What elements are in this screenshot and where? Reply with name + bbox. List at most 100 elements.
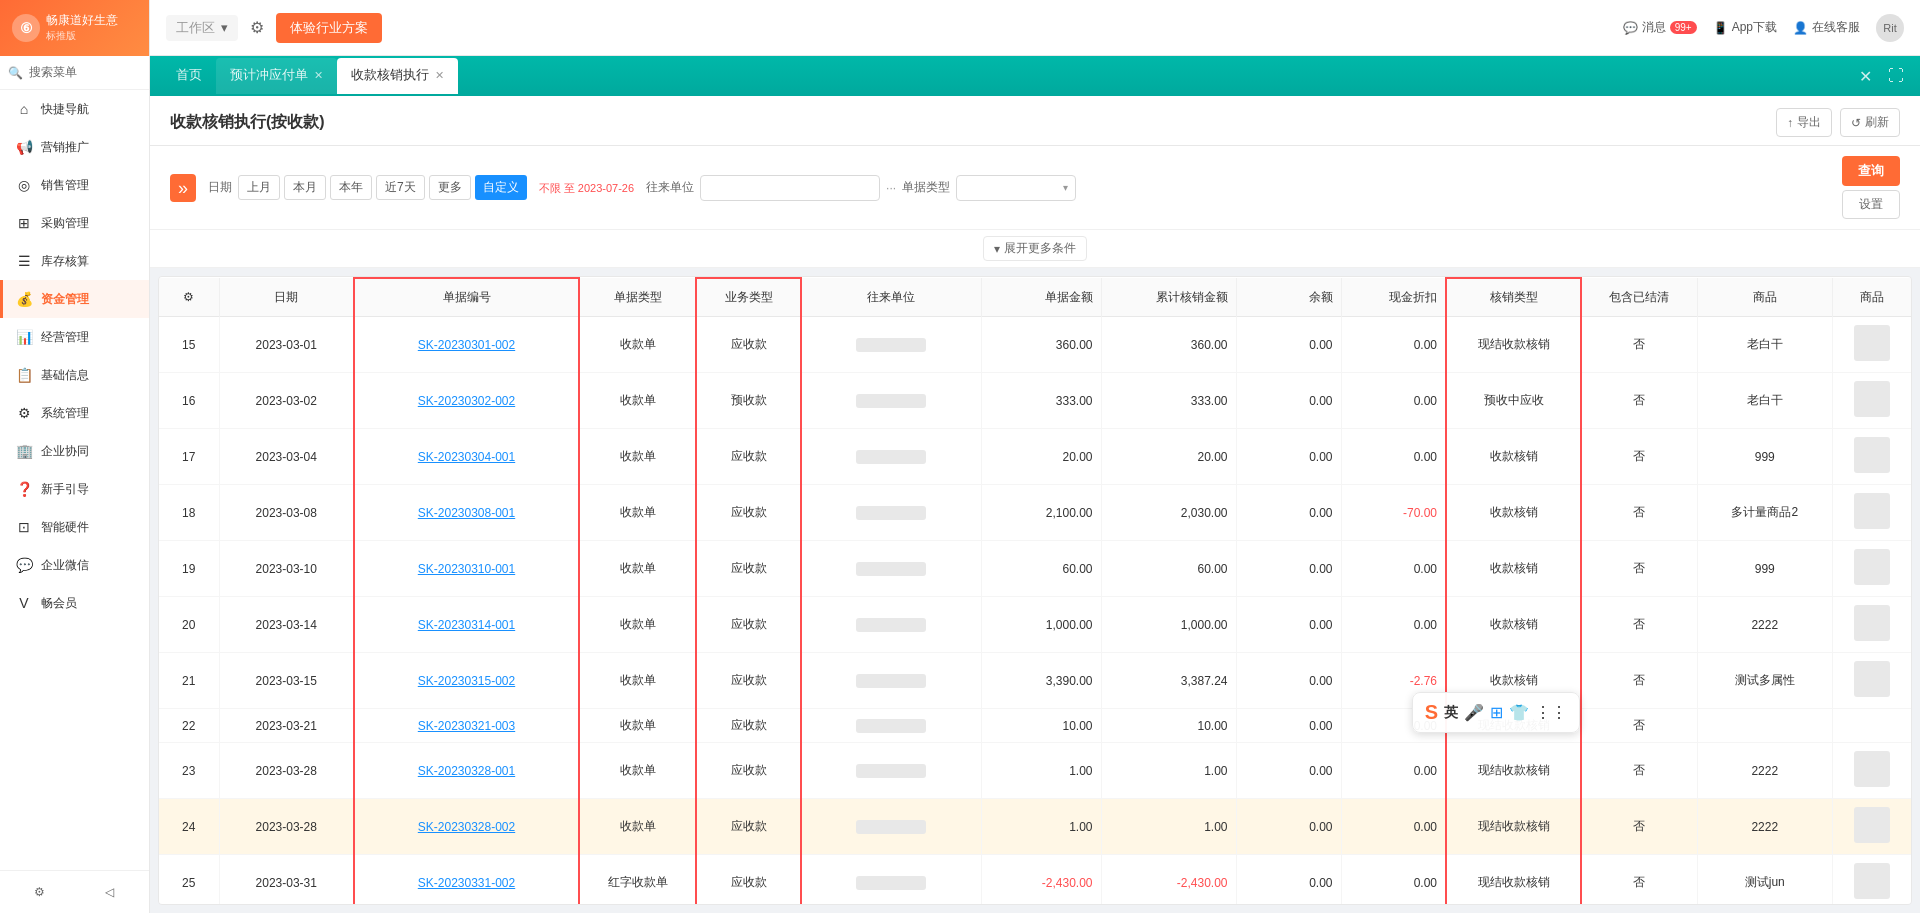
refresh-icon: ↺ <box>1851 116 1861 130</box>
table-row: 18 2023-03-08 SK-20230308-001 收款单 应收款 2,… <box>159 485 1911 541</box>
doctype-select[interactable] <box>956 175 1076 201</box>
sidebar-item-finance[interactable]: 💰 资金管理 <box>0 280 149 318</box>
filter-toggle-btn[interactable]: » <box>170 174 196 202</box>
cell-doctype: 收款单 <box>579 373 696 429</box>
cell-cashdiscount: 0.00 <box>1341 743 1446 799</box>
sidebar-item-guide[interactable]: ❓ 新手引导 <box>0 470 149 508</box>
operation-icon: 📊 <box>15 328 33 346</box>
cell-amount: 360.00 <box>981 317 1101 373</box>
app-download-btn[interactable]: 📱 App下载 <box>1713 19 1777 36</box>
sidebar-item-hardware[interactable]: ⊡ 智能硬件 <box>0 508 149 546</box>
cell-writeofftype: 收款核销 <box>1446 541 1581 597</box>
sidebar-item-wechat[interactable]: 💬 企业微信 <box>0 546 149 584</box>
table-area[interactable]: ⚙ 日期 单据编号 单据类型 业务类型 往来单位 单据金额 累计核销金额 余额 … <box>158 276 1912 905</box>
docno-link[interactable]: SK-20230308-001 <box>418 506 515 520</box>
cell-date: 2023-03-21 <box>219 709 354 743</box>
message-icon: 💬 <box>1623 21 1638 35</box>
export-btn[interactable]: ↑ 导出 <box>1776 108 1832 137</box>
mic-icon[interactable]: 🎤 <box>1464 703 1484 722</box>
docno-link[interactable]: SK-20230331-002 <box>418 876 515 890</box>
sidebar-footer: ⚙ ◁ <box>0 870 149 913</box>
th-writeofftype: 核销类型 <box>1446 278 1581 317</box>
cell-balance: 0.00 <box>1236 709 1341 743</box>
docno-link[interactable]: SK-20230302-002 <box>418 394 515 408</box>
tab-writeoff-close[interactable]: ✕ <box>435 69 444 82</box>
cell-included: 否 <box>1581 429 1697 485</box>
sidebar-item-member[interactable]: V 畅会员 <box>0 584 149 622</box>
cell-balance: 0.00 <box>1236 317 1341 373</box>
cell-partner <box>801 653 981 709</box>
date-btn-last-month[interactable]: 上月 <box>238 175 280 200</box>
tab-payable[interactable]: 预计冲应付单 ✕ <box>216 58 337 94</box>
solution-btn[interactable]: 体验行业方案 <box>276 13 382 43</box>
tab-writeoff[interactable]: 收款核销执行 ✕ <box>337 58 458 94</box>
tab-close-btn[interactable]: ✕ <box>1855 63 1876 90</box>
docno-link[interactable]: SK-20230321-003 <box>418 719 515 733</box>
grid-icon[interactable]: ⊞ <box>1490 703 1503 722</box>
more-apps-icon[interactable]: ⋮⋮ <box>1535 703 1567 722</box>
cell-docno: SK-20230308-001 <box>354 485 579 541</box>
inventory-icon: ☰ <box>15 252 33 270</box>
docno-link[interactable]: SK-20230304-001 <box>418 450 515 464</box>
sidebar-item-basic[interactable]: 📋 基础信息 <box>0 356 149 394</box>
cell-balance: 0.00 <box>1236 653 1341 709</box>
docno-link[interactable]: SK-20230314-001 <box>418 618 515 632</box>
sidebar-item-quick-nav[interactable]: ⌂ 快捷导航 <box>0 90 149 128</box>
date-btn-this-year[interactable]: 本年 <box>330 175 372 200</box>
filter-settings-btn[interactable]: 设置 <box>1842 190 1900 219</box>
cell-date: 2023-03-02 <box>219 373 354 429</box>
sidebar-item-purchase[interactable]: ⊞ 采购管理 <box>0 204 149 242</box>
table-row: 16 2023-03-02 SK-20230302-002 收款单 预收款 33… <box>159 373 1911 429</box>
sidebar-settings-btn[interactable]: ⚙ <box>8 879 71 905</box>
enterprise-icon: 🏢 <box>15 442 33 460</box>
sidebar-item-marketing[interactable]: 📢 营销推广 <box>0 128 149 166</box>
docno-link[interactable]: SK-20230310-001 <box>418 562 515 576</box>
date-btn-more[interactable]: 更多 <box>429 175 471 200</box>
cell-docno: SK-20230314-001 <box>354 597 579 653</box>
expand-more-btn[interactable]: ▾ 展开更多条件 <box>983 236 1087 261</box>
date-btn-7days[interactable]: 近7天 <box>376 175 425 200</box>
cell-goodsimg <box>1832 429 1911 485</box>
tab-expand-btn[interactable]: ⛶ <box>1884 63 1908 90</box>
date-custom-btn[interactable]: 自定义 <box>475 175 527 200</box>
tab-payable-close[interactable]: ✕ <box>314 69 323 82</box>
th-settings[interactable]: ⚙ <box>159 278 219 317</box>
shirt-icon[interactable]: 👕 <box>1509 703 1529 722</box>
cell-no: 25 <box>159 855 219 906</box>
search-icon: 🔍 <box>8 66 23 80</box>
tab-home[interactable]: 首页 <box>162 58 216 94</box>
sidebar-item-enterprise[interactable]: 🏢 企业协同 <box>0 432 149 470</box>
online-service-btn[interactable]: 👤 在线客服 <box>1793 19 1860 36</box>
sidebar-item-system[interactable]: ⚙ 系统管理 <box>0 394 149 432</box>
cell-balance: 0.00 <box>1236 743 1341 799</box>
cell-biztype: 预收款 <box>696 373 801 429</box>
docno-link[interactable]: SK-20230328-001 <box>418 764 515 778</box>
cell-partner <box>801 799 981 855</box>
sidebar-item-sales[interactable]: ◎ 销售管理 <box>0 166 149 204</box>
docno-link[interactable]: SK-20230315-002 <box>418 674 515 688</box>
cell-no: 20 <box>159 597 219 653</box>
cell-cashdiscount: 0.00 <box>1341 855 1446 906</box>
partner-input[interactable] <box>700 175 880 201</box>
user-avatar[interactable]: Rit <box>1876 14 1904 42</box>
cell-partner <box>801 597 981 653</box>
sidebar-item-operation[interactable]: 📊 经营管理 <box>0 318 149 356</box>
docno-link[interactable]: SK-20230328-002 <box>418 820 515 834</box>
query-btn[interactable]: 查询 <box>1842 156 1900 186</box>
settings-gear-icon[interactable]: ⚙ <box>250 18 264 37</box>
sidebar-item-inventory[interactable]: ☰ 库存核算 <box>0 242 149 280</box>
main-area: 工作区 ▾ ⚙ 体验行业方案 💬 消息 99+ 📱 App下载 👤 在线客服 R… <box>150 0 1920 913</box>
cell-amount: 333.00 <box>981 373 1101 429</box>
workspace-selector[interactable]: 工作区 ▾ <box>166 15 238 41</box>
messages-btn[interactable]: 💬 消息 99+ <box>1623 19 1697 36</box>
sidebar-item-label: 企业协同 <box>41 443 89 460</box>
search-menu[interactable]: 🔍 搜索菜单 <box>0 56 149 90</box>
cell-cashdiscount: -70.00 <box>1341 485 1446 541</box>
sidebar-collapse-btn[interactable]: ◁ <box>79 879 142 905</box>
docno-link[interactable]: SK-20230301-002 <box>418 338 515 352</box>
date-btn-this-month[interactable]: 本月 <box>284 175 326 200</box>
cell-amount: 3,390.00 <box>981 653 1101 709</box>
refresh-btn[interactable]: ↺ 刷新 <box>1840 108 1900 137</box>
doctype-select-wrapper: ▾ <box>956 175 1076 201</box>
date-options: 上月 本月 本年 近7天 更多 自定义 <box>238 175 527 200</box>
